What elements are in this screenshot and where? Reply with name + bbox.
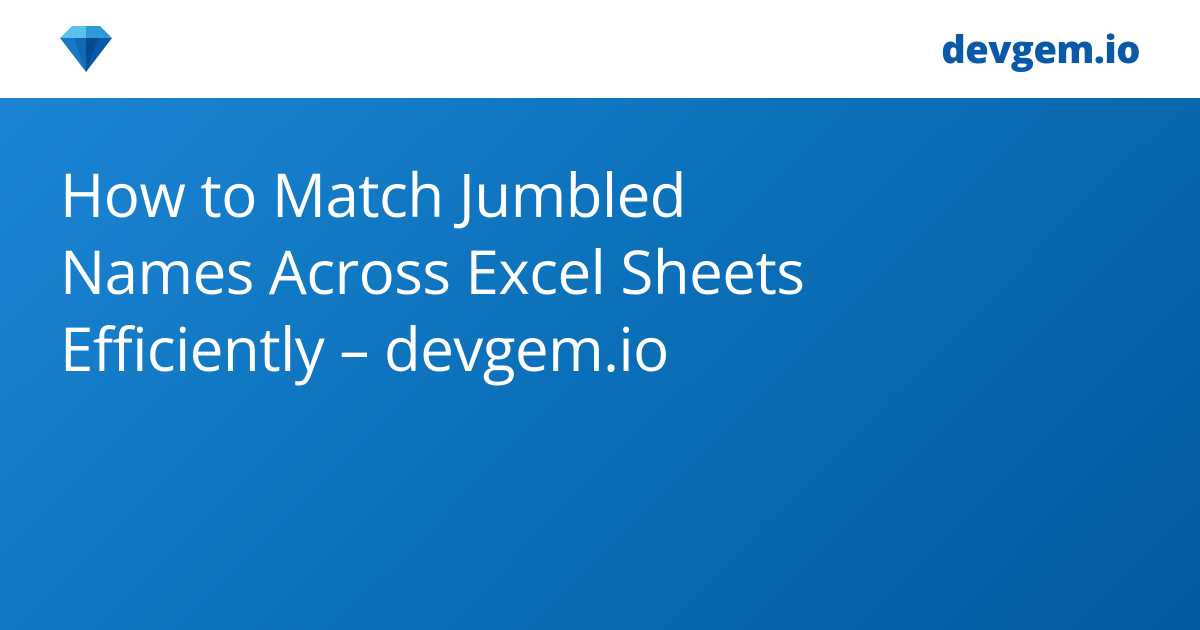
brand-name: devgem.io bbox=[941, 23, 1140, 75]
hero-section: How to Match Jumbled Names Across Excel … bbox=[0, 98, 1200, 630]
page-title: How to Match Jumbled Names Across Excel … bbox=[60, 156, 880, 386]
gem-icon bbox=[60, 26, 112, 72]
header-bar: devgem.io bbox=[0, 0, 1200, 98]
